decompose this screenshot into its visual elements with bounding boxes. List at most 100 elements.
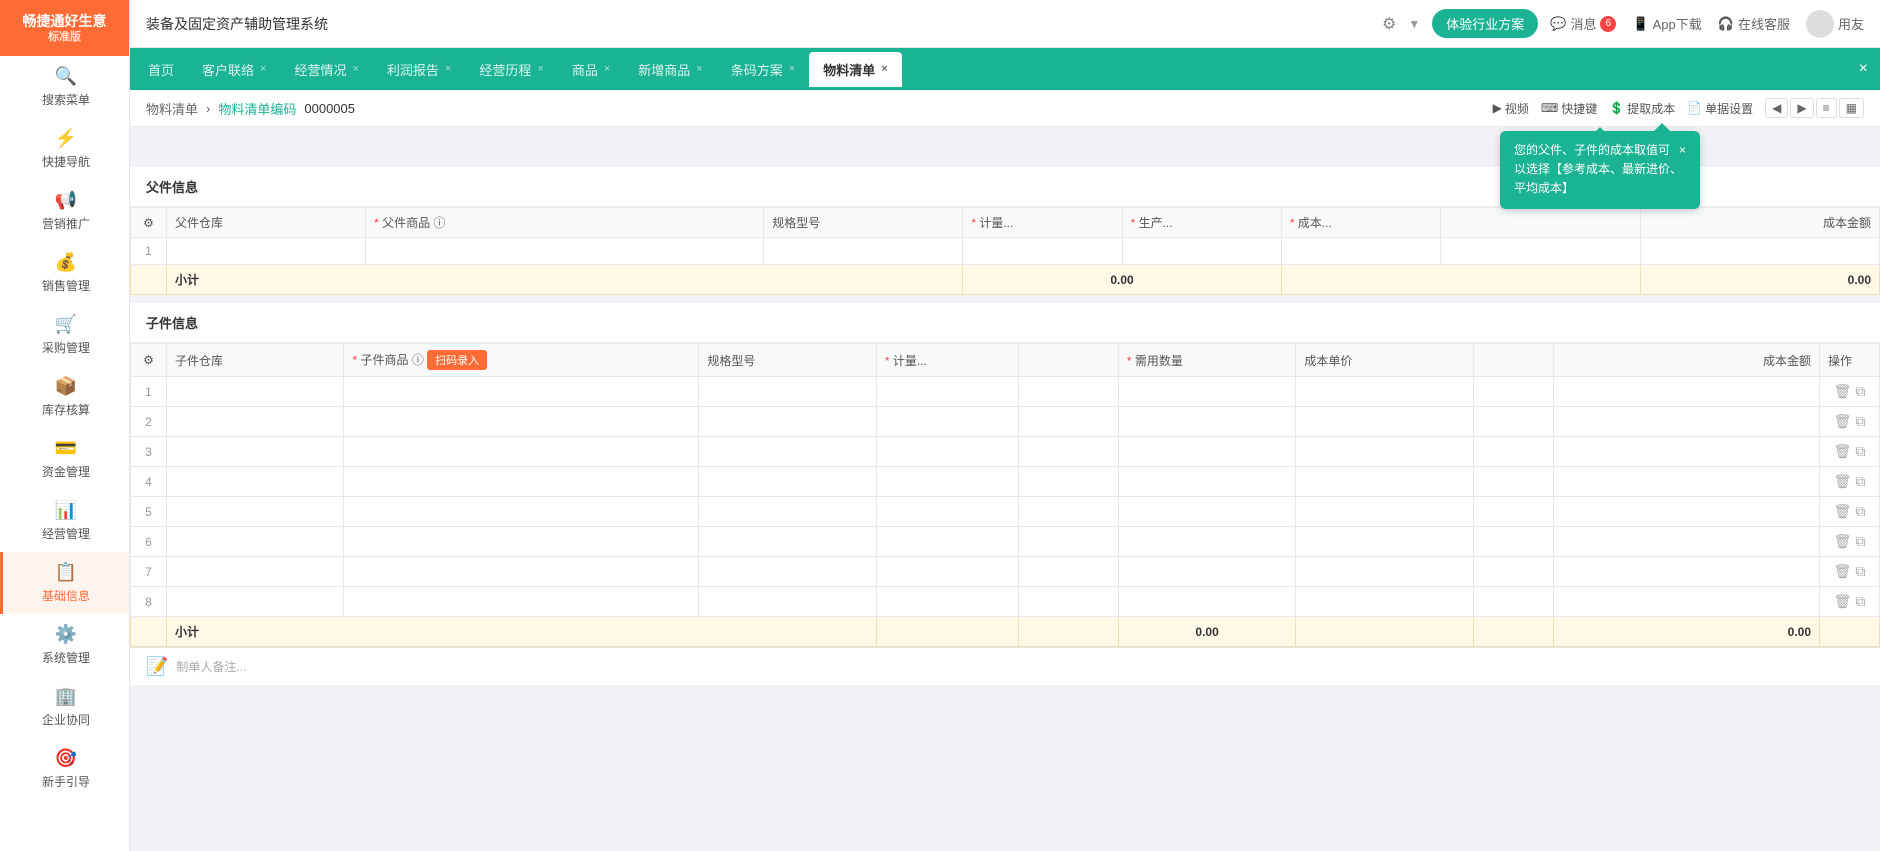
child-product-cell[interactable] <box>344 467 699 497</box>
sidebar-logo[interactable]: 畅捷通好生意 标准版 <box>0 0 129 56</box>
tooltip-close-button[interactable]: × <box>1679 141 1686 160</box>
sidebar-item-finance[interactable]: 💳 资金管理 <box>0 428 129 490</box>
parent-product-cell[interactable] <box>366 238 764 265</box>
child-product-cell[interactable] <box>344 527 699 557</box>
tab-history[interactable]: 经营历程 × <box>465 52 557 87</box>
child-quantity-cell[interactable] <box>1118 437 1295 467</box>
tab-home[interactable]: 首页 <box>134 52 188 87</box>
child-warehouse-cell[interactable] <box>167 527 344 557</box>
delete-icon[interactable]: 🗑 <box>1834 563 1852 580</box>
child-spec-cell[interactable] <box>699 407 876 437</box>
delete-icon[interactable]: 🗑 <box>1834 503 1852 520</box>
copy-icon[interactable]: ⧉ <box>1855 383 1865 400</box>
child-quantity-cell[interactable] <box>1118 557 1295 587</box>
view-action[interactable]: ▶ 视频 <box>1493 100 1529 117</box>
delete-icon[interactable]: 🗑 <box>1834 383 1852 400</box>
tab-close-icon[interactable]: × <box>881 63 887 75</box>
child-unit-cost-cell[interactable] <box>1296 467 1473 497</box>
child-product-cell[interactable] <box>344 407 699 437</box>
delete-icon[interactable]: 🗑 <box>1834 413 1852 430</box>
child-quantity-cell[interactable] <box>1118 407 1295 437</box>
parent-unit-cell[interactable] <box>963 238 1122 265</box>
parent-spec-cell[interactable] <box>764 238 963 265</box>
breadcrumb-list[interactable]: 物料清单 <box>146 99 198 118</box>
child-spec-cell[interactable] <box>699 557 876 587</box>
sidebar-item-sales[interactable]: 💰 销售管理 <box>0 242 129 304</box>
child-spec-cell[interactable] <box>699 497 876 527</box>
close-all-tabs[interactable]: × <box>1851 56 1876 82</box>
list-view-button[interactable]: ≡ <box>1816 98 1837 118</box>
tab-new-product[interactable]: 新增商品 × <box>624 52 716 87</box>
tab-operation[interactable]: 经营情况 × <box>280 52 372 87</box>
sidebar-item-corp[interactable]: 🏢 企业协同 <box>0 676 129 738</box>
child-product-cell[interactable] <box>344 437 699 467</box>
note-placeholder[interactable]: 制单人备注... <box>176 658 246 675</box>
parent-produce-cell[interactable] <box>1122 238 1281 265</box>
child-spec-cell[interactable] <box>699 467 876 497</box>
sidebar-item-operation[interactable]: 📊 经营管理 <box>0 490 129 552</box>
tab-product[interactable]: 商品 × <box>558 52 624 87</box>
shortcut-action[interactable]: ⌨ 快捷键 <box>1541 100 1597 117</box>
tab-close-icon[interactable]: × <box>537 63 543 75</box>
child-col-settings[interactable]: ⚙ <box>131 344 167 377</box>
child-product-cell[interactable] <box>344 557 699 587</box>
copy-icon[interactable]: ⧉ <box>1855 473 1865 490</box>
tab-barcode[interactable]: 条码方案 × <box>717 52 809 87</box>
next-page-button[interactable]: ▶ <box>1790 98 1813 118</box>
experience-button[interactable]: 体验行业方案 <box>1432 9 1538 38</box>
tab-profit[interactable]: 利润报告 × <box>373 52 465 87</box>
child-spec-cell[interactable] <box>699 527 876 557</box>
child-quantity-cell[interactable] <box>1118 377 1295 407</box>
child-unit-cell[interactable] <box>876 467 1018 497</box>
child-warehouse-cell[interactable] <box>167 437 344 467</box>
parent-warehouse-cell[interactable] <box>167 238 366 265</box>
child-unit-cost-cell[interactable] <box>1296 377 1473 407</box>
grid-view-button[interactable]: ▦ <box>1839 98 1864 118</box>
child-unit-cell[interactable] <box>876 527 1018 557</box>
child-spec-cell[interactable] <box>699 437 876 467</box>
cost-action[interactable]: 💲 提取成本 <box>1609 100 1675 117</box>
sidebar-item-inventory[interactable]: 📦 库存核算 <box>0 366 129 428</box>
tab-close-icon[interactable]: × <box>696 63 702 75</box>
child-unit-cell[interactable] <box>876 437 1018 467</box>
child-unit-cost-cell[interactable] <box>1296 587 1473 617</box>
parent-cost-cell[interactable] <box>1281 238 1440 265</box>
copy-icon[interactable]: ⧉ <box>1855 593 1865 610</box>
user-action[interactable]: 用友 <box>1806 10 1864 38</box>
child-unit-cell[interactable] <box>876 557 1018 587</box>
delete-icon[interactable]: 🗑 <box>1834 593 1852 610</box>
scan-button[interactable]: 扫码录入 <box>427 350 487 370</box>
doc-settings-action[interactable]: 📄 单据设置 <box>1687 100 1753 117</box>
tab-close-icon[interactable]: × <box>445 63 451 75</box>
copy-icon[interactable]: ⧉ <box>1855 503 1865 520</box>
child-warehouse-cell[interactable] <box>167 467 344 497</box>
child-unit-cell[interactable] <box>876 587 1018 617</box>
prev-page-button[interactable]: ◀ <box>1765 98 1788 118</box>
copy-icon[interactable]: ⧉ <box>1855 443 1865 460</box>
copy-icon[interactable]: ⧉ <box>1855 563 1865 580</box>
tab-close-icon[interactable]: × <box>260 63 266 75</box>
tab-customer[interactable]: 客户联络 × <box>188 52 280 87</box>
child-unit-cost-cell[interactable] <box>1296 497 1473 527</box>
child-product-cell[interactable] <box>344 587 699 617</box>
online-service-action[interactable]: 🎧 在线客服 <box>1718 14 1790 33</box>
child-warehouse-cell[interactable] <box>167 497 344 527</box>
sidebar-item-basic[interactable]: 📋 基础信息 <box>0 552 129 614</box>
child-quantity-cell[interactable] <box>1118 467 1295 497</box>
sidebar-item-system[interactable]: ⚙️ 系统管理 <box>0 614 129 676</box>
message-action[interactable]: 💬 消息 6 <box>1550 14 1616 33</box>
delete-icon[interactable]: 🗑 <box>1834 533 1852 550</box>
child-warehouse-cell[interactable] <box>167 557 344 587</box>
child-product-cell[interactable] <box>344 377 699 407</box>
child-quantity-cell[interactable] <box>1118 497 1295 527</box>
child-unit-cell[interactable] <box>876 407 1018 437</box>
settings-icon[interactable]: ⚙ <box>1382 14 1396 34</box>
copy-icon[interactable]: ⧉ <box>1855 413 1865 430</box>
sidebar-item-search[interactable]: 🔍 搜索菜单 <box>0 56 129 118</box>
delete-icon[interactable]: 🗑 <box>1834 443 1852 460</box>
sidebar-item-marketing[interactable]: 📢 营销推广 <box>0 180 129 242</box>
child-warehouse-cell[interactable] <box>167 377 344 407</box>
child-warehouse-cell[interactable] <box>167 587 344 617</box>
tab-close-icon[interactable]: × <box>789 63 795 75</box>
sidebar-item-quicknav[interactable]: ⚡ 快捷导航 <box>0 118 129 180</box>
